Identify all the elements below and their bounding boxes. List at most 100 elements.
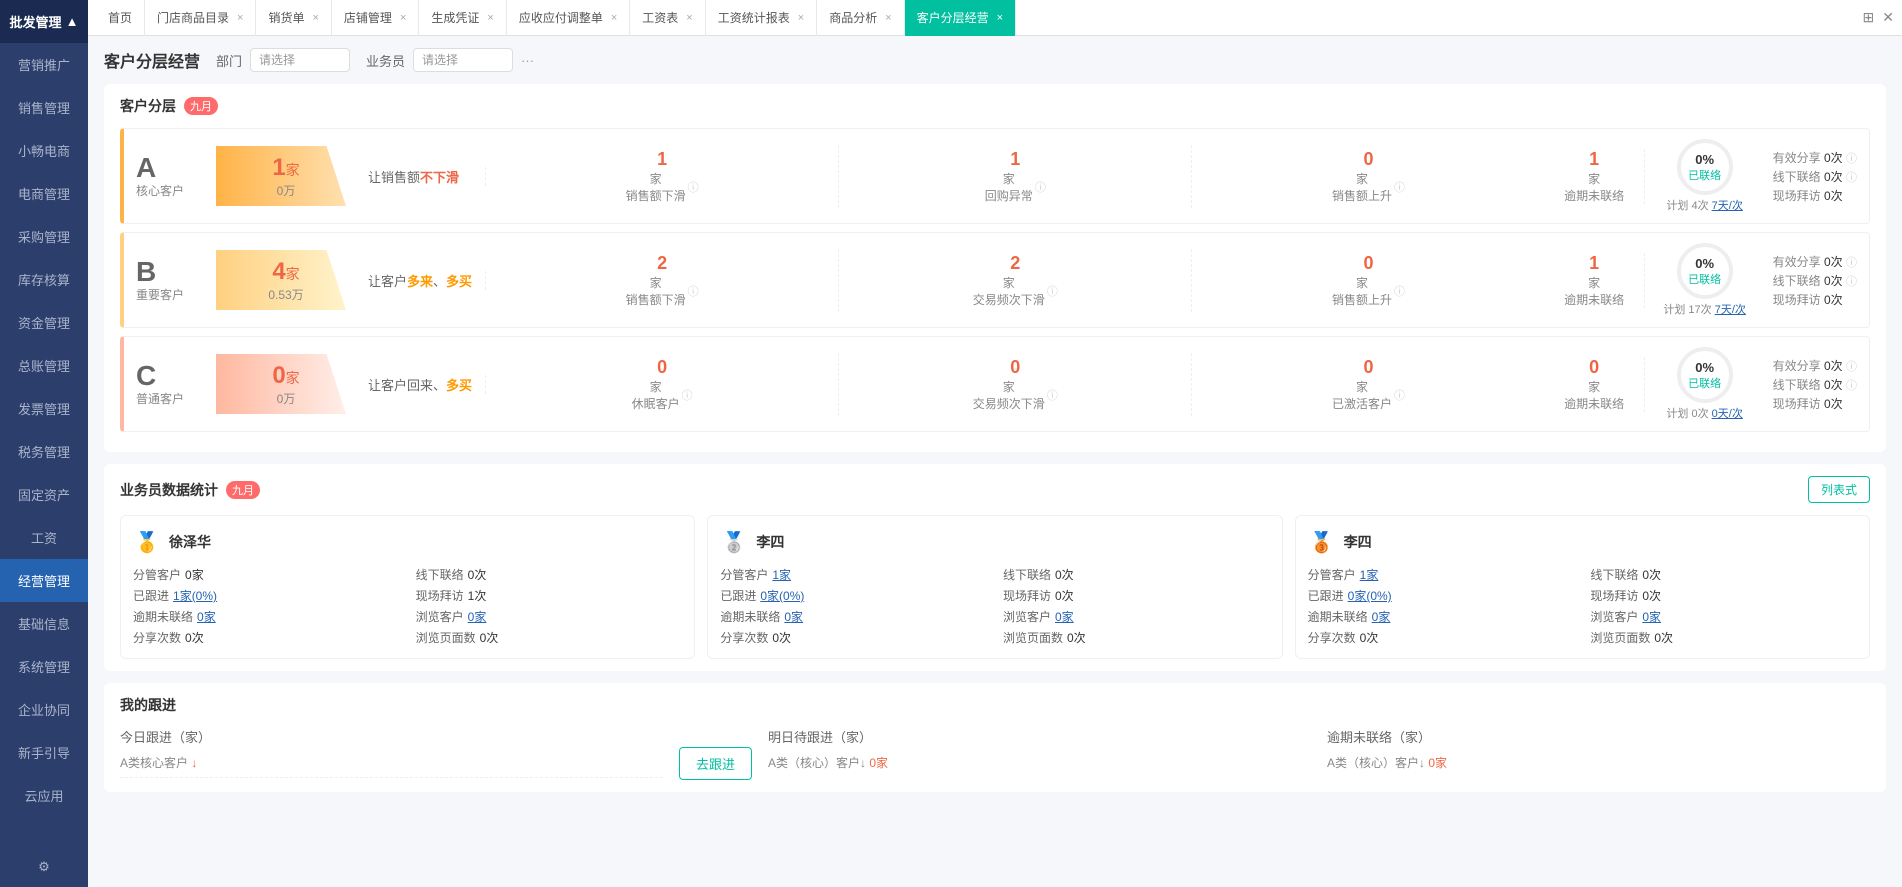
tab-close-product-analysis[interactable]: × bbox=[885, 12, 891, 24]
tier-a-circle-ring: 0% 已联络 bbox=[1677, 139, 1733, 195]
page-title: 客户分层经营 bbox=[104, 48, 200, 72]
sidebar-item-shuiwu[interactable]: 税务管理 bbox=[0, 430, 88, 473]
sidebar-item-xiaodian[interactable]: 小畅电商 bbox=[0, 129, 88, 172]
sidebar-settings-icon[interactable]: ⚙ bbox=[0, 847, 88, 887]
tier-a-stat-0-label: 家销售额下滑 ⓘ bbox=[494, 170, 830, 204]
biz-stats-section: 业务员数据统计 九月 列表式 🥇 徐泽华 分管客户 0家 bbox=[104, 464, 1886, 671]
tier-c-plan-link[interactable]: 0天/次 bbox=[1712, 408, 1743, 420]
dept-select[interactable]: 请选择 bbox=[250, 48, 350, 72]
tier-c-stat-0-count: 0 bbox=[494, 357, 830, 378]
tier-b-circle-label: 已联络 bbox=[1688, 271, 1721, 287]
sp-0-stat-3: 现场拜访 1次 bbox=[416, 587, 683, 604]
sidebar-item-caigou[interactable]: 采购管理 bbox=[0, 215, 88, 258]
salesperson-label: 业务员 bbox=[366, 51, 405, 70]
tier-b-circle-pct: 0% bbox=[1695, 256, 1714, 271]
sp-2-stat-0: 分管客户 1家 bbox=[1308, 566, 1575, 583]
sp-0-stat-6: 分享次数 0次 bbox=[133, 629, 400, 646]
sidebar-item-xinshouyindao[interactable]: 新手引导 bbox=[0, 731, 88, 774]
sp-1-stat-4: 逾期未联络 0家 bbox=[720, 608, 987, 625]
tab-payroll-report[interactable]: 工资统计报表 × bbox=[706, 0, 817, 36]
sp-1-stat-5: 浏览客户 0家 bbox=[1003, 608, 1270, 625]
sp-0-stat-4: 逾期未联络 0家 bbox=[133, 608, 400, 625]
main-area: 首页 门店商品目录 × 销货单 × 店铺管理 × 生成凭证 × 应收应付调整单 … bbox=[88, 0, 1902, 887]
sp-2-stat-4: 逾期未联络 0家 bbox=[1308, 608, 1575, 625]
tab-close-all-icon[interactable]: ✕ bbox=[1882, 9, 1894, 26]
tab-close-payroll-report[interactable]: × bbox=[798, 12, 804, 24]
tier-a-plan-link[interactable]: 7天/次 bbox=[1712, 200, 1743, 212]
sidebar-item-zijin[interactable]: 资金管理 bbox=[0, 301, 88, 344]
followup-title: 我的跟进 bbox=[120, 695, 1870, 715]
tier-a-circle-plan: 计划 4次 7天/次 bbox=[1666, 197, 1742, 213]
sp-0-stat-0: 分管客户 0家 bbox=[133, 566, 400, 583]
sidebar-item-fapiao[interactable]: 发票管理 bbox=[0, 387, 88, 430]
sidebar-item-yingxiao[interactable]: 营销推广 bbox=[0, 43, 88, 86]
sidebar-item-jingying[interactable]: 经营管理 bbox=[0, 559, 88, 602]
tier-a-stat-0: 1 家销售额下滑 ⓘ bbox=[486, 145, 839, 208]
tab-close-voucher[interactable]: × bbox=[487, 12, 493, 24]
tier-c-right-stats: 有效分享 0次 ⓘ 线下联络 0次 ⓘ 现场拜访 0次 bbox=[1765, 357, 1857, 412]
tier-c-uncontacted-count: 0 bbox=[1553, 357, 1636, 378]
tab-home[interactable]: 首页 bbox=[96, 0, 145, 36]
tab-voucher[interactable]: 生成凭证 × bbox=[419, 0, 506, 36]
tab-close-ap-adjust[interactable]: × bbox=[611, 12, 617, 24]
more-options-icon[interactable]: ··· bbox=[521, 53, 534, 68]
tab-store-mgmt[interactable]: 店铺管理 × bbox=[332, 0, 419, 36]
tier-a-circle: 0% 已联络 计划 4次 7天/次 bbox=[1645, 139, 1765, 213]
sp-1-header: 🥈 李四 bbox=[720, 528, 1269, 556]
sp-2-stat-6: 分享次数 0次 bbox=[1308, 629, 1575, 646]
salesperson-grid: 🥇 徐泽华 分管客户 0家 线下联络 0次 已跟进 bbox=[120, 515, 1870, 659]
sidebar-item-dianshang[interactable]: 电商管理 bbox=[0, 172, 88, 215]
sp-1-stat-3: 现场拜访 0次 bbox=[1003, 587, 1270, 604]
tier-c-circle-label: 已联络 bbox=[1688, 375, 1721, 391]
tab-payroll[interactable]: 工资表 × bbox=[630, 0, 705, 36]
tab-store-products[interactable]: 门店商品目录 × bbox=[145, 0, 256, 36]
followup-goto-col: 去跟进 bbox=[679, 727, 752, 780]
followup-overdue-col: 逾期未联络（家） A类（核心）客户↓ 0家 bbox=[1327, 727, 1870, 771]
tier-c-stat-1-count: 0 bbox=[847, 357, 1183, 378]
tab-close-payroll[interactable]: × bbox=[686, 12, 692, 24]
tier-c-circle-plan: 计划 0次 0天/次 bbox=[1666, 405, 1742, 421]
sp-2-avatar: 🥉 bbox=[1308, 528, 1336, 556]
tab-ap-adjust[interactable]: 应收应付调整单 × bbox=[507, 0, 630, 36]
list-view-button[interactable]: 列表式 bbox=[1808, 476, 1870, 503]
tab-more-icon[interactable]: ⊞ bbox=[1863, 9, 1875, 26]
tier-b-right-stats: 有效分享 0次 ⓘ 线下联络 0次 ⓘ 现场拜访 0次 bbox=[1765, 253, 1857, 308]
sidebar-item-gudingzichan[interactable]: 固定资产 bbox=[0, 473, 88, 516]
tier-b-stat-2-count: 0 bbox=[1200, 253, 1536, 274]
sidebar-item-jichu[interactable]: 基础信息 bbox=[0, 602, 88, 645]
tab-close-sales-order[interactable]: × bbox=[312, 12, 318, 24]
tier-a-right-stats: 有效分享 0次 ⓘ 线下联络 0次 ⓘ 现场拜访 0次 bbox=[1765, 149, 1857, 204]
tier-c-stat-0-label: 家休眠客户 ⓘ bbox=[494, 378, 830, 412]
sidebar-item-xitong[interactable]: 系统管理 bbox=[0, 645, 88, 688]
tier-b-stat-2-label: 家销售额上升 ⓘ bbox=[1200, 274, 1536, 308]
tab-customer-tier[interactable]: 客户分层经营 × bbox=[905, 0, 1016, 36]
tier-c-circle: 0% 已联络 计划 0次 0天/次 bbox=[1645, 347, 1765, 421]
tab-close-customer-tier[interactable]: × bbox=[997, 12, 1003, 24]
sidebar-item-xiaoshou[interactable]: 销售管理 bbox=[0, 86, 88, 129]
sp-0-header: 🥇 徐泽华 bbox=[133, 528, 682, 556]
tier-a-stats: 1 家销售额下滑 ⓘ 1 家回购异常 ⓘ 0 家销售额上升 ⓘ bbox=[486, 145, 1545, 208]
sidebar-header[interactable]: 批发管理 ▲ bbox=[0, 0, 88, 43]
tab-close-store-mgmt[interactable]: × bbox=[400, 12, 406, 24]
sidebar-item-qiyexietong[interactable]: 企业协同 bbox=[0, 688, 88, 731]
tier-c-stat-0: 0 家休眠客户 ⓘ bbox=[486, 353, 839, 416]
followup-today-col: 今日跟进（家） A类核心客户 ↓ bbox=[120, 727, 663, 778]
sidebar-item-yunyingyong[interactable]: 云应用 bbox=[0, 774, 88, 817]
tier-a-stat-2: 0 家销售额上升 ⓘ bbox=[1192, 145, 1544, 208]
sidebar-item-zongzhang[interactable]: 总账管理 bbox=[0, 344, 88, 387]
sidebar-item-gongzi[interactable]: 工资 bbox=[0, 516, 88, 559]
followup-overdue-a-label: A类（核心）客户↓ bbox=[1327, 756, 1425, 770]
tab-bar: 首页 门店商品目录 × 销货单 × 店铺管理 × 生成凭证 × 应收应付调整单 … bbox=[88, 0, 1902, 36]
tier-b-plan-link[interactable]: 7天/次 bbox=[1715, 304, 1746, 316]
tab-sales-order[interactable]: 销货单 × bbox=[256, 0, 331, 36]
salesperson-select[interactable]: 请选择 bbox=[413, 48, 513, 72]
goto-followup-button[interactable]: 去跟进 bbox=[679, 747, 752, 780]
tab-product-analysis[interactable]: 商品分析 × bbox=[817, 0, 904, 36]
tier-b-unit: 家 bbox=[286, 264, 300, 284]
sp-0-stat-7: 浏览页面数 0次 bbox=[416, 629, 683, 646]
tab-close-store-products[interactable]: × bbox=[237, 12, 243, 24]
sidebar-item-kucun[interactable]: 库存核算 bbox=[0, 258, 88, 301]
page-header: 客户分层经营 部门 请选择 业务员 请选择 ··· bbox=[104, 48, 1886, 72]
sp-2-stat-3: 现场拜访 0次 bbox=[1590, 587, 1857, 604]
sp-2-name: 李四 bbox=[1344, 532, 1372, 552]
